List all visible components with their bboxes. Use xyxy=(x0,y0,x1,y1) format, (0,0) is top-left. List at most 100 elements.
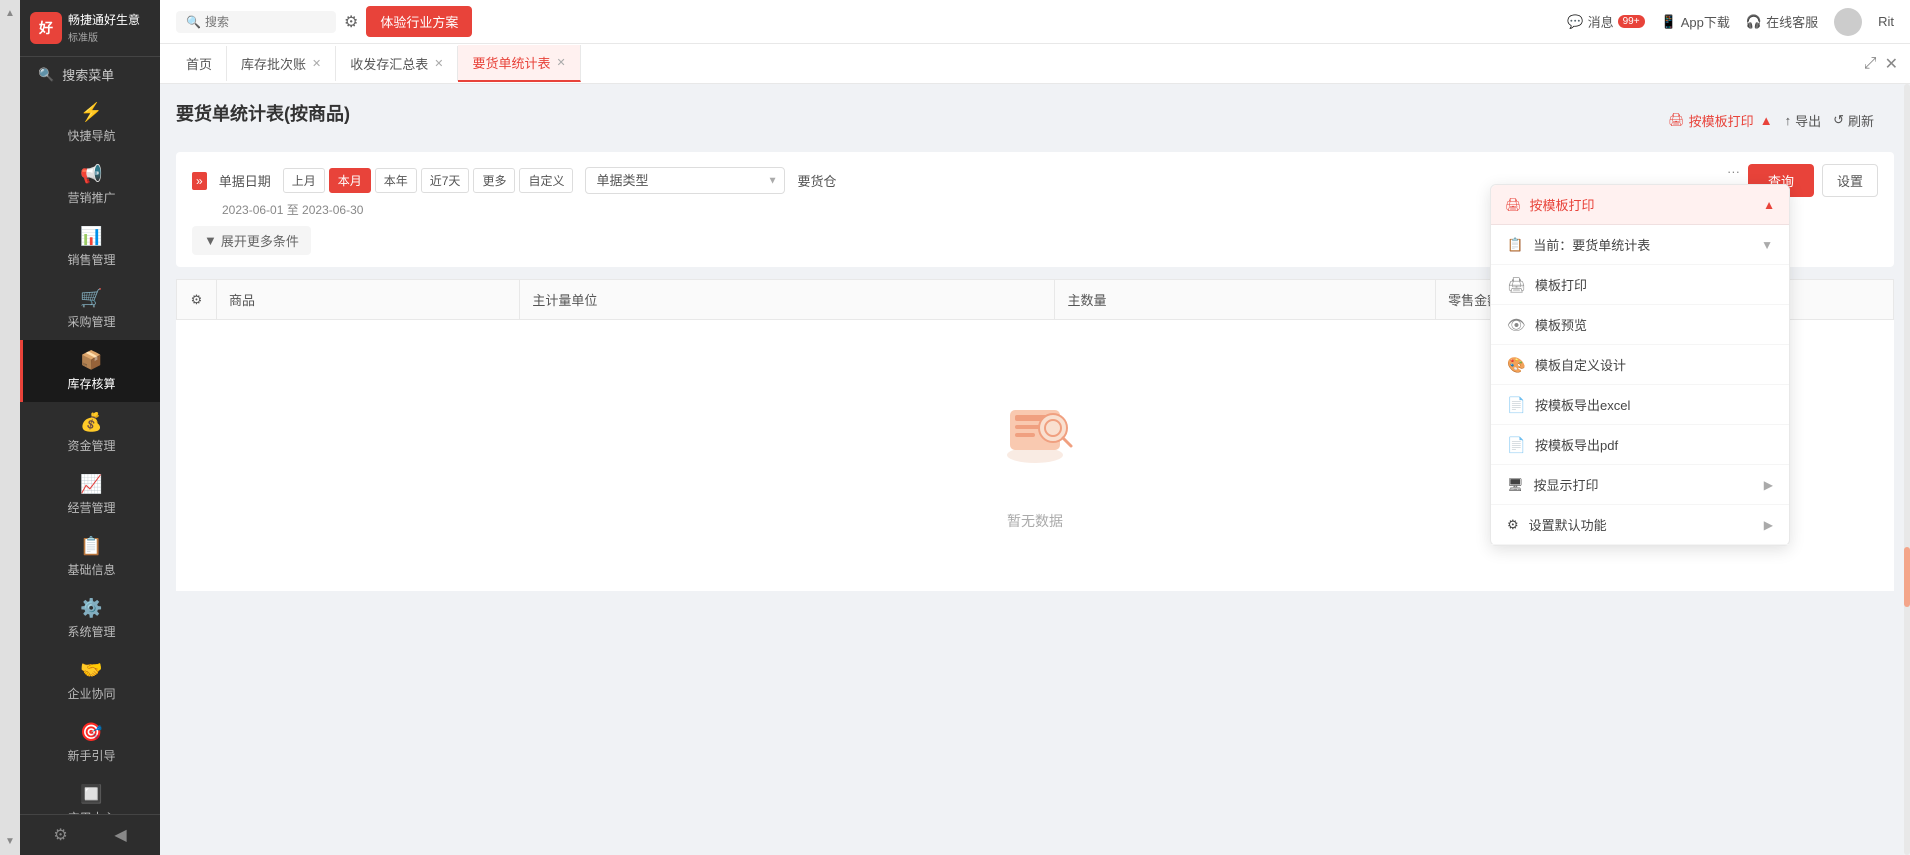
message-label: 消息 xyxy=(1588,12,1614,31)
tab-order-stats[interactable]: 要货单统计表 ✕ xyxy=(458,45,580,82)
message-btn[interactable]: 💬 消息 99+ xyxy=(1567,12,1644,31)
tab-order-stats-close[interactable]: ✕ xyxy=(557,56,566,69)
sidebar-item-collab[interactable]: 🤝 企业协同 xyxy=(20,650,160,712)
message-badge: 99+ xyxy=(1618,15,1645,28)
user-avatar[interactable] xyxy=(1834,8,1862,36)
sidebar-item-shortcut[interactable]: ⚡ 快捷导航 xyxy=(20,92,160,154)
app-download-label: App下载 xyxy=(1681,12,1730,31)
display-print-item[interactable]: 🖥 按显示打印 ▶ xyxy=(1491,465,1789,505)
export-btn-label: 导出 xyxy=(1795,111,1821,130)
sidebar-item-apps[interactable]: 🔲 应用中心 xyxy=(20,774,160,814)
right-scrollbar[interactable] xyxy=(1904,84,1910,855)
headphone-icon: 🎧 xyxy=(1746,14,1762,30)
tab-inventory-batch-close[interactable]: ✕ xyxy=(312,57,321,70)
tab-order-stats-label: 要货单统计表 xyxy=(472,53,550,72)
print-btn-area[interactable]: 🖨 按模板打印 ▲ xyxy=(1668,111,1772,130)
date-btn-last-month[interactable]: 上月 xyxy=(283,168,325,193)
export-excel-icon: 📄 xyxy=(1507,396,1525,414)
tab-expand-icon[interactable]: ⤢ xyxy=(1864,55,1877,73)
template-preview-item[interactable]: 👁 模板预览 xyxy=(1491,305,1789,345)
sidebar-item-marketing[interactable]: 📢 营销推广 xyxy=(20,154,160,216)
apps-icon: 🔲 xyxy=(80,784,102,805)
tab-inventory-batch-label: 库存批次账 xyxy=(241,54,306,73)
settings-button[interactable]: 设置 xyxy=(1822,164,1878,197)
template-design-item[interactable]: 🎨 模板自定义设计 xyxy=(1491,345,1789,385)
tab-collapse-icon[interactable]: ✕ xyxy=(1885,54,1898,74)
scroll-up-btn[interactable]: ▲ xyxy=(1,4,19,23)
nav-label-basic: 基础信息 xyxy=(67,561,115,578)
printer-dropdown-icon: 🖨 xyxy=(1505,197,1522,213)
print-dropdown-header[interactable]: 🖨 按模板打印 ▲ xyxy=(1491,185,1789,225)
phone-icon: 📱 xyxy=(1661,14,1677,30)
nav-label-system: 系统管理 xyxy=(67,623,115,640)
sidebar-item-operation[interactable]: 📈 经营管理 xyxy=(20,464,160,526)
export-pdf-item[interactable]: 📄 按模板导出pdf xyxy=(1491,425,1789,465)
search-input[interactable] xyxy=(205,15,305,29)
chevron-down-icon: ▼ xyxy=(204,233,217,248)
date-btn-this-year[interactable]: 本年 xyxy=(375,168,417,193)
settings-bottom-btn[interactable]: ⚙ xyxy=(53,825,67,845)
online-service-btn[interactable]: 🎧 在线客服 xyxy=(1746,12,1818,31)
sidebar-item-system[interactable]: ⚙️ 系统管理 xyxy=(20,588,160,650)
export-pdf-label: 按模板导出pdf xyxy=(1535,435,1618,454)
print-dropdown-toggle[interactable]: ▲ xyxy=(1760,113,1773,128)
tab-inventory-batch[interactable]: 库存批次账 ✕ xyxy=(227,46,336,81)
gear-icon[interactable]: ⚙ xyxy=(344,12,358,32)
trial-button[interactable]: 体验行业方案 xyxy=(366,6,472,37)
date-btn-7days[interactable]: 近7天 xyxy=(421,168,470,193)
export-btn[interactable]: ↑ 导出 xyxy=(1785,111,1822,130)
print-btn-label: 按模板打印 xyxy=(1689,111,1754,130)
default-func-label: 设置默认功能 xyxy=(1529,515,1607,534)
sales-icon: 📊 xyxy=(80,226,102,247)
nav-label-collab: 企业协同 xyxy=(67,685,115,702)
sidebar-item-inventory[interactable]: 📦 库存核算 xyxy=(20,340,160,402)
app-logo: 好 畅捷通好生意 标准版 xyxy=(20,0,160,57)
export-excel-label: 按模板导出excel xyxy=(1535,395,1630,414)
topbar-search-icon: 🔍 xyxy=(186,15,201,29)
default-func-arrow: ▶ xyxy=(1764,518,1773,532)
template-preview-icon: 👁 xyxy=(1507,316,1525,334)
search-box[interactable]: 🔍 xyxy=(176,11,336,33)
date-btn-this-month[interactable]: 本月 xyxy=(329,168,371,193)
col-quantity: 主数量 xyxy=(1055,280,1436,320)
col-settings[interactable]: ⚙ xyxy=(177,280,217,320)
tab-receivable-summary-close[interactable]: ✕ xyxy=(434,57,443,70)
default-func-left: ⚙ 设置默认功能 xyxy=(1507,515,1607,534)
page-content: 要货单统计表(按商品) 🖨 按模板打印 ▲ ↑ 导出 ↺ 刷新 xyxy=(160,84,1910,855)
dropdown-close-arrow[interactable]: ▲ xyxy=(1763,198,1775,212)
type-select[interactable]: 单据类型 xyxy=(585,167,785,194)
nav-menu: ⚡ 快捷导航 📢 营销推广 📊 销售管理 🛒 采购管理 📦 库存核算 💰 xyxy=(20,92,160,814)
date-btn-more[interactable]: 更多 xyxy=(473,168,515,193)
nav-label-operation: 经营管理 xyxy=(67,499,115,516)
expand-icon[interactable]: » xyxy=(192,172,207,190)
nav-label-guide: 新手引导 xyxy=(67,747,115,764)
sidebar-item-sales[interactable]: 📊 销售管理 xyxy=(20,216,160,278)
search-menu[interactable]: 🔍 搜索菜单 xyxy=(20,57,160,92)
collapse-btn[interactable]: ◀ xyxy=(114,825,126,845)
sidebar-item-basic[interactable]: 📋 基础信息 xyxy=(20,526,160,588)
refresh-icon: ↺ xyxy=(1833,112,1844,128)
expand-toggle[interactable]: » xyxy=(192,172,207,190)
top-bar: 🔍 ⚙ 体验行业方案 💬 消息 99+ 📱 App下载 🎧 在 xyxy=(160,0,1910,44)
basic-icon: 📋 xyxy=(80,536,102,557)
scroll-down-btn[interactable]: ▼ xyxy=(1,832,19,851)
default-func-item[interactable]: ⚙ 设置默认功能 ▶ xyxy=(1491,505,1789,545)
date-btn-custom[interactable]: 自定义 xyxy=(519,168,573,193)
refresh-btn-label: 刷新 xyxy=(1848,111,1874,130)
tab-home[interactable]: 首页 xyxy=(172,46,227,81)
sidebar-item-finance[interactable]: 💰 资金管理 xyxy=(20,402,160,464)
tab-home-label: 首页 xyxy=(186,54,212,73)
app-download-btn[interactable]: 📱 App下载 xyxy=(1661,12,1730,31)
sidebar-item-guide[interactable]: 🎯 新手引导 xyxy=(20,712,160,774)
nav-label-inventory: 库存核算 xyxy=(67,375,115,392)
export-excel-item[interactable]: 📄 按模板导出excel xyxy=(1491,385,1789,425)
refresh-btn[interactable]: ↺ 刷新 xyxy=(1833,111,1874,130)
expand-more-btn[interactable]: ▼ 展开更多条件 xyxy=(192,226,311,255)
current-template-item[interactable]: 📋 当前：要货单统计表 ▼ xyxy=(1491,225,1789,265)
sidebar-item-purchase[interactable]: 🛒 采购管理 xyxy=(20,278,160,340)
print-dropdown-title-label: 按模板打印 xyxy=(1530,195,1595,214)
template-print-item[interactable]: 🖨 模板打印 xyxy=(1491,265,1789,305)
tab-receivable-summary[interactable]: 收发存汇总表 ✕ xyxy=(336,46,458,81)
scrollbar-thumb[interactable] xyxy=(1904,547,1910,607)
printer-icon: 🖨 xyxy=(1668,112,1685,128)
